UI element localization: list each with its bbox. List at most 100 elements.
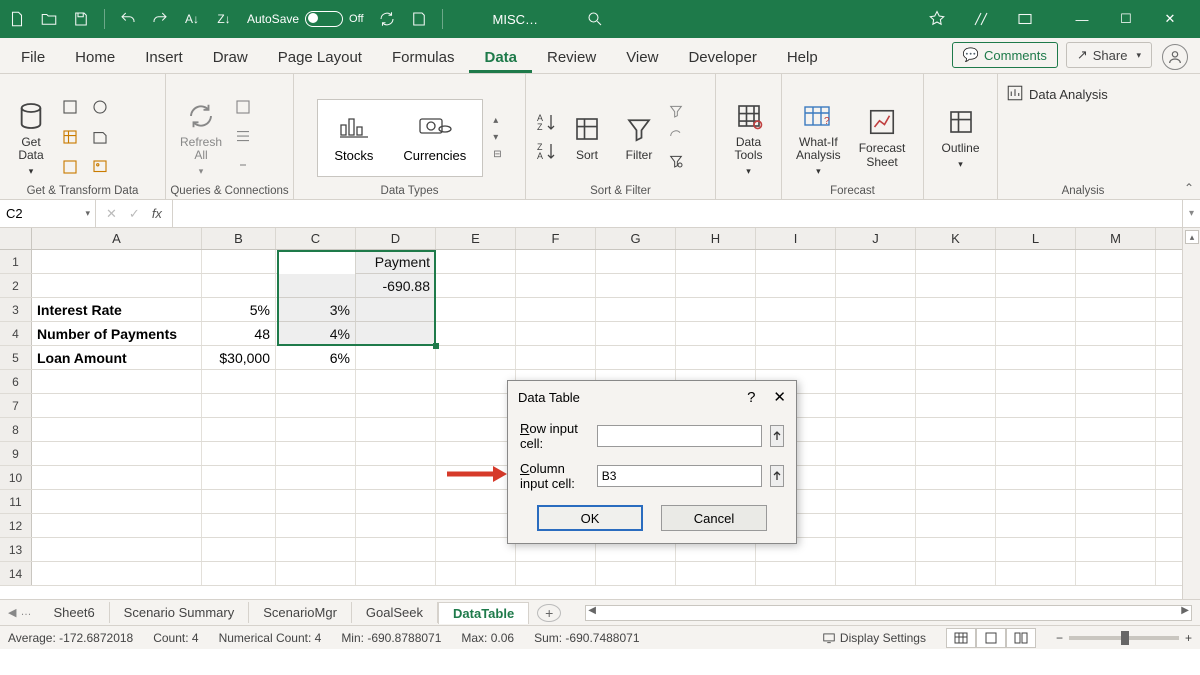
cell-J1[interactable] <box>836 250 916 273</box>
cell-L10[interactable] <box>996 466 1076 489</box>
row-header-11[interactable]: 11 <box>0 490 32 513</box>
cell-I5[interactable] <box>756 346 836 369</box>
cell-B1[interactable] <box>202 250 276 273</box>
cell-C9[interactable] <box>276 442 356 465</box>
cell-B9[interactable] <box>202 442 276 465</box>
cell-C4[interactable]: 4% <box>276 322 356 345</box>
stocks-button[interactable]: Stocks <box>334 113 373 163</box>
cell-H3[interactable] <box>676 298 756 321</box>
row-header-13[interactable]: 13 <box>0 538 32 561</box>
sheet-tab-goalseek[interactable]: GoalSeek <box>352 602 438 623</box>
sort-button[interactable]: Sort <box>564 110 610 165</box>
cell-E7[interactable] <box>436 394 516 417</box>
cell-L1[interactable] <box>996 250 1076 273</box>
cell-J3[interactable] <box>836 298 916 321</box>
cell-J11[interactable] <box>836 490 916 513</box>
cell-M1[interactable] <box>1076 250 1156 273</box>
zoom-slider[interactable] <box>1069 636 1179 640</box>
cell-K8[interactable] <box>916 418 996 441</box>
cell-A10[interactable] <box>32 466 202 489</box>
cell-C11[interactable] <box>276 490 356 513</box>
save-icon[interactable] <box>72 10 90 28</box>
dialog-help-icon[interactable]: ? <box>747 389 755 406</box>
cancel-formula-icon[interactable]: ✕ <box>106 206 117 222</box>
sort-asc-icon[interactable]: A↓ <box>183 10 201 28</box>
cell-B11[interactable] <box>202 490 276 513</box>
cell-B6[interactable] <box>202 370 276 393</box>
datatype-up-icon[interactable]: ▴ <box>493 115 501 126</box>
cell-K6[interactable] <box>916 370 996 393</box>
cell-M7[interactable] <box>1076 394 1156 417</box>
collapse-ribbon-icon[interactable]: ⌃ <box>1184 181 1194 195</box>
user-avatar[interactable] <box>1162 44 1188 70</box>
cell-A4[interactable]: Number of Payments <box>32 322 202 345</box>
cell-K7[interactable] <box>916 394 996 417</box>
cell-M10[interactable] <box>1076 466 1156 489</box>
col-cell-picker-icon[interactable] <box>770 465 784 487</box>
cell-M5[interactable] <box>1076 346 1156 369</box>
row-header-12[interactable]: 12 <box>0 514 32 537</box>
cell-F14[interactable] <box>516 562 596 585</box>
column-header-G[interactable]: G <box>596 228 676 249</box>
datatype-down-icon[interactable]: ▾ <box>493 132 501 143</box>
cell-L11[interactable] <box>996 490 1076 513</box>
page-layout-view-button[interactable] <box>976 628 1006 648</box>
cell-H4[interactable] <box>676 322 756 345</box>
name-box[interactable]: C2 <box>0 200 96 227</box>
cell-L2[interactable] <box>996 274 1076 297</box>
sort-asc-button[interactable]: AZ <box>534 111 558 136</box>
cell-C2[interactable] <box>276 274 356 297</box>
cell-K2[interactable] <box>916 274 996 297</box>
cell-D4[interactable] <box>356 322 436 345</box>
cell-C6[interactable] <box>276 370 356 393</box>
cell-D8[interactable] <box>356 418 436 441</box>
from-text-icon[interactable] <box>60 97 80 117</box>
column-header-I[interactable]: I <box>756 228 836 249</box>
maximize-button[interactable]: ☐ <box>1104 4 1148 34</box>
cell-A11[interactable] <box>32 490 202 513</box>
share-button[interactable]: ↗Share▾ <box>1066 42 1152 68</box>
horizontal-scrollbar[interactable] <box>585 605 1192 621</box>
column-header-H[interactable]: H <box>676 228 756 249</box>
cell-H5[interactable] <box>676 346 756 369</box>
select-all-cell[interactable] <box>0 228 32 249</box>
sort-desc-button[interactable]: ZA <box>534 140 558 165</box>
cell-K3[interactable] <box>916 298 996 321</box>
cell-D6[interactable] <box>356 370 436 393</box>
cell-I1[interactable] <box>756 250 836 273</box>
cell-B14[interactable] <box>202 562 276 585</box>
cell-D10[interactable] <box>356 466 436 489</box>
vertical-scrollbar[interactable]: ▴ <box>1182 228 1200 599</box>
cell-E11[interactable] <box>436 490 516 513</box>
cell-C12[interactable] <box>276 514 356 537</box>
row-header-4[interactable]: 4 <box>0 322 32 345</box>
cell-G1[interactable] <box>596 250 676 273</box>
cell-M9[interactable] <box>1076 442 1156 465</box>
minimize-button[interactable]: — <box>1060 4 1104 34</box>
cell-F2[interactable] <box>516 274 596 297</box>
cell-K12[interactable] <box>916 514 996 537</box>
tab-file[interactable]: File <box>6 41 60 73</box>
normal-view-button[interactable] <box>946 628 976 648</box>
cell-I3[interactable] <box>756 298 836 321</box>
cell-D9[interactable] <box>356 442 436 465</box>
column-header-K[interactable]: K <box>916 228 996 249</box>
cell-L13[interactable] <box>996 538 1076 561</box>
cell-B12[interactable] <box>202 514 276 537</box>
sync-icon[interactable] <box>378 10 396 28</box>
row-header-6[interactable]: 6 <box>0 370 32 393</box>
cell-M8[interactable] <box>1076 418 1156 441</box>
cell-M11[interactable] <box>1076 490 1156 513</box>
cell-C14[interactable] <box>276 562 356 585</box>
tab-draw[interactable]: Draw <box>198 41 263 73</box>
column-header-J[interactable]: J <box>836 228 916 249</box>
forecast-sheet-button[interactable]: Forecast Sheet <box>853 103 912 172</box>
sheet-nav-prev-icon[interactable]: ◀ <box>8 606 16 619</box>
cell-M6[interactable] <box>1076 370 1156 393</box>
sheet-tab-scenario-summary[interactable]: Scenario Summary <box>110 602 250 623</box>
cell-D14[interactable] <box>356 562 436 585</box>
cell-B2[interactable] <box>202 274 276 297</box>
cell-G14[interactable] <box>596 562 676 585</box>
cell-D11[interactable] <box>356 490 436 513</box>
cell-L6[interactable] <box>996 370 1076 393</box>
